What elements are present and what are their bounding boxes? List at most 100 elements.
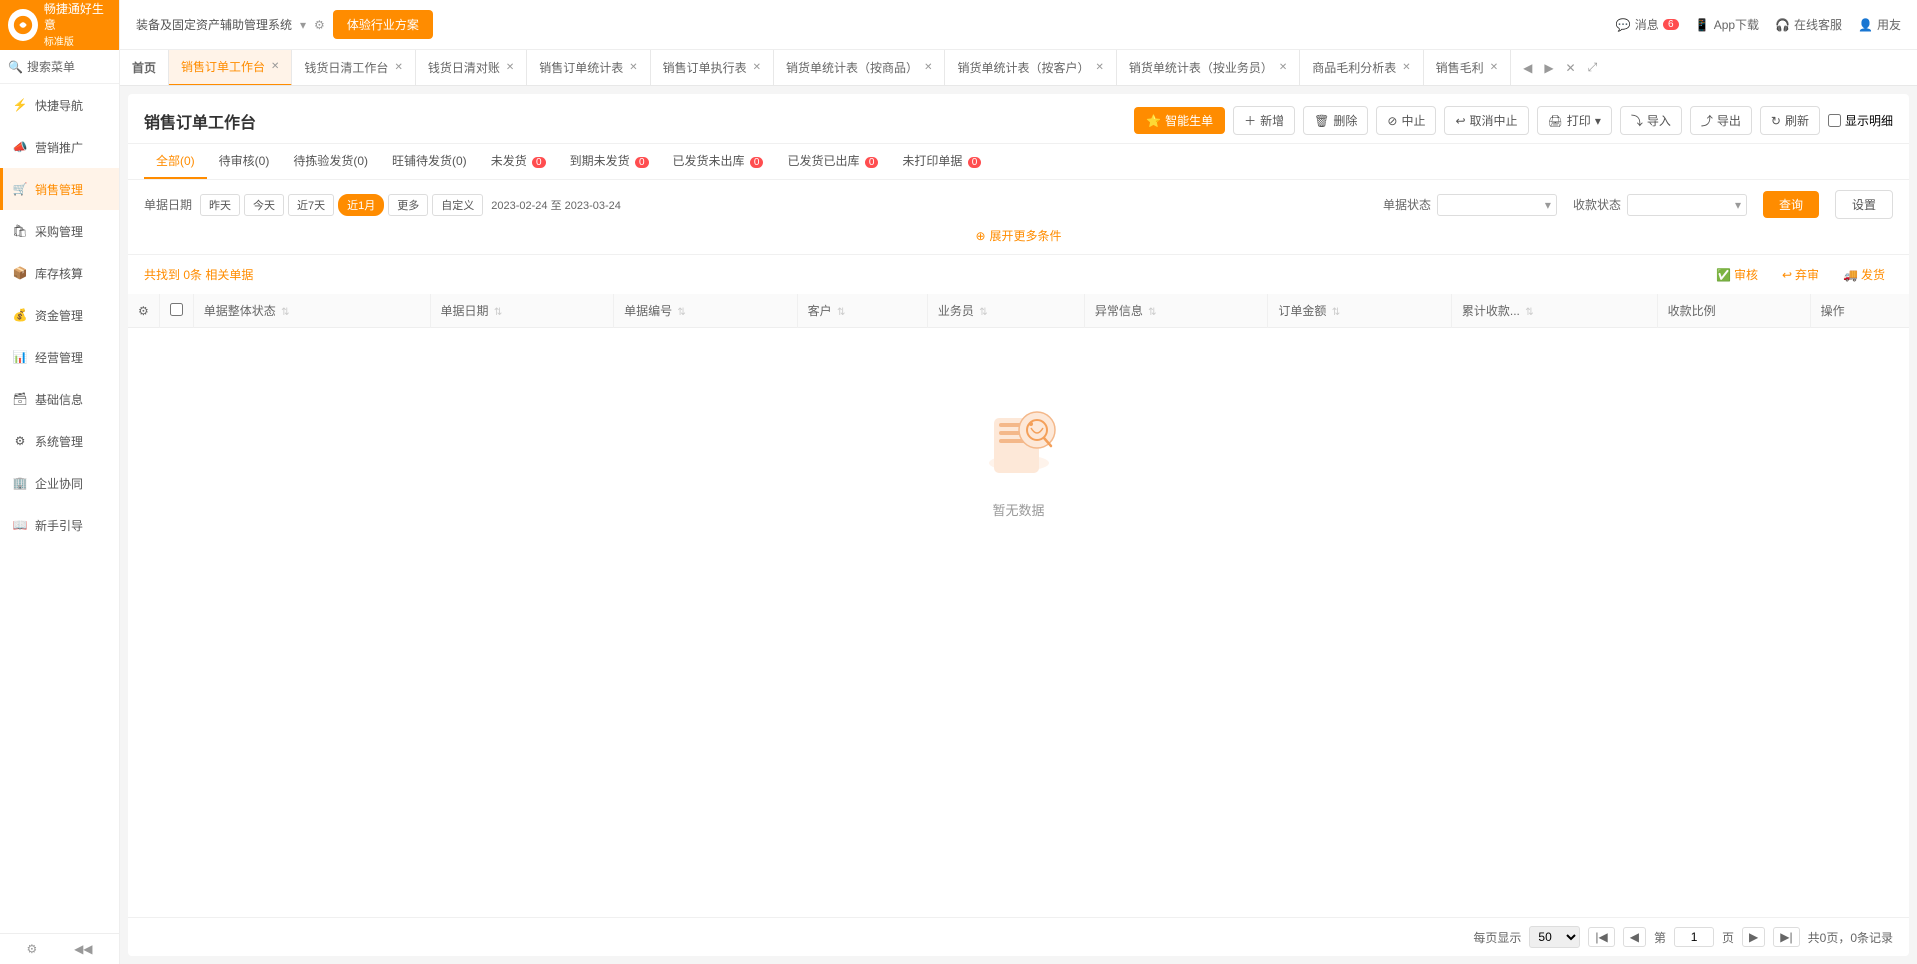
sidebar-item-inventory[interactable]: 📦 库存核算 <box>0 252 119 294</box>
sub-tab-all[interactable]: 全部(0) <box>144 144 207 179</box>
tab-sales-stats-customer-close[interactable]: ✕ <box>1095 62 1103 73</box>
next-page-btn[interactable]: ▶ <box>1742 927 1765 947</box>
sidebar-item-basic[interactable]: 🗃 基础信息 <box>0 378 119 420</box>
close-all-tabs-icon[interactable]: ✕ <box>1562 61 1580 75</box>
sidebar-item-finance[interactable]: 💰 资金管理 <box>0 294 119 336</box>
first-page-btn[interactable]: |◀ <box>1588 927 1614 947</box>
topbar-settings-icon[interactable]: ⚙ <box>314 18 325 32</box>
status-select[interactable] <box>1437 194 1557 216</box>
sidebar-item-marketing[interactable]: 📣 营销推广 <box>0 126 119 168</box>
payment-select[interactable] <box>1627 194 1747 216</box>
date-btn-yesterday[interactable]: 昨天 <box>200 194 240 216</box>
setting-button[interactable]: 设置 <box>1835 190 1893 219</box>
sub-tab-expired-not-ship[interactable]: 到期未发货 0 <box>558 144 661 179</box>
sub-tab-not-shipped[interactable]: 未发货 0 <box>479 144 558 179</box>
sidebar-item-sales[interactable]: 🛒 销售管理 <box>0 168 119 210</box>
sub-tab-wangpu-ship[interactable]: 旺铺待发货(0) <box>380 144 479 179</box>
expand-conditions-button[interactable]: ⊕ 展开更多条件 <box>975 227 1061 244</box>
show-detail-checkbox-wrap[interactable]: 显示明细 <box>1828 112 1893 129</box>
date-btn-more[interactable]: 更多 <box>388 194 428 216</box>
tab-daily-reconcile-close[interactable]: ✕ <box>506 62 514 73</box>
tab-margin-analysis-close[interactable]: ✕ <box>1402 62 1410 73</box>
sidebar-item-purchase[interactable]: 🛍 采购管理 <box>0 210 119 252</box>
sort-amount-icon[interactable]: ⇅ <box>1332 307 1340 318</box>
sub-tab-pending-review[interactable]: 待审核(0) <box>207 144 282 179</box>
bag-icon: 🛍 <box>11 222 29 240</box>
sort-date-icon[interactable]: ⇅ <box>494 307 502 318</box>
sort-abnormal-icon[interactable]: ⇅ <box>1148 307 1156 318</box>
tab-sales-order[interactable]: 销售订单工作台 ✕ <box>169 50 292 86</box>
sort-received-icon[interactable]: ⇅ <box>1525 307 1533 318</box>
tab-sales-order-close[interactable]: ✕ <box>271 61 279 72</box>
prev-page-btn[interactable]: ◀ <box>1623 927 1646 947</box>
tab-sales-stats-product-close[interactable]: ✕ <box>924 62 932 73</box>
tab-home[interactable]: 首页 <box>120 50 169 86</box>
col-settings-icon[interactable]: ⚙ <box>138 304 149 318</box>
unaudit-button[interactable]: ↩ 弃审 <box>1774 263 1827 286</box>
ship-button[interactable]: 🚚 发货 <box>1835 263 1893 286</box>
suspend-button[interactable]: ⊘ 中止 <box>1376 106 1436 135</box>
tab-sales-stats-staff-label: 销货单统计表（按业务员） <box>1129 59 1273 76</box>
sidebar-item-guide[interactable]: 📖 新手引导 <box>0 504 119 546</box>
refresh-button[interactable]: ↻ 刷新 <box>1760 106 1820 135</box>
export-button[interactable]: ⤴ 导出 <box>1690 106 1752 135</box>
query-button[interactable]: 查询 <box>1763 191 1819 218</box>
cancel-suspend-button[interactable]: ↩ 取消中止 <box>1444 106 1528 135</box>
message-button[interactable]: 💬 消息 6 <box>1616 16 1679 33</box>
sort-customer-icon[interactable]: ⇅ <box>837 307 845 318</box>
delete-button[interactable]: 🗑 删除 <box>1303 106 1368 135</box>
sub-tab-shipped-not-out[interactable]: 已发货未出库 0 <box>661 144 776 179</box>
maximize-icon[interactable]: ⤢ <box>1584 60 1602 75</box>
sidebar-item-search[interactable]: 🔍 搜索菜单 <box>0 50 119 84</box>
collapse-icon[interactable]: ◀◀ <box>74 942 92 956</box>
dropdown-icon[interactable]: ▾ <box>300 18 306 32</box>
tab-order-stats-close[interactable]: ✕ <box>629 62 637 73</box>
select-all-checkbox[interactable] <box>170 303 183 316</box>
tab-sales-stats-customer[interactable]: 销货单统计表（按客户） ✕ <box>945 50 1116 86</box>
last-page-btn[interactable]: ▶| <box>1773 927 1799 947</box>
tab-sales-stats-product[interactable]: 销货单统计表（按商品） ✕ <box>774 50 945 86</box>
sub-tab-shipped-out[interactable]: 已发货已出库 0 <box>775 144 890 179</box>
review-button[interactable]: ✅ 审核 <box>1708 263 1766 286</box>
date-btn-custom[interactable]: 自定义 <box>432 194 483 216</box>
show-detail-checkbox[interactable] <box>1828 114 1841 127</box>
sub-tab-pending-check[interactable]: 待拣验发货(0) <box>281 144 380 179</box>
settings-icon[interactable]: ⚙ <box>26 942 37 956</box>
print-button[interactable]: 🖨 打印 ▾ <box>1537 106 1612 135</box>
prev-tab-icon[interactable]: ◀ <box>1519 61 1536 75</box>
app-download-button[interactable]: 📱 App下载 <box>1695 16 1759 33</box>
smart-create-button[interactable]: ⭐ 智能生单 <box>1134 107 1225 134</box>
import-button[interactable]: ⤵ 导入 <box>1620 106 1682 135</box>
tab-daily-reconcile[interactable]: 钱货日清对账 ✕ <box>416 50 527 86</box>
tab-margin-analysis[interactable]: 商品毛利分析表 ✕ <box>1300 50 1423 86</box>
date-btn-7days[interactable]: 近7天 <box>288 194 334 216</box>
next-tab-icon[interactable]: ▶ <box>1540 61 1557 75</box>
user-button[interactable]: 👤 用友 <box>1858 16 1901 33</box>
tab-daily-cash[interactable]: 钱货日清工作台 ✕ <box>292 50 415 86</box>
tab-order-exec[interactable]: 销售订单执行表 ✕ <box>651 50 774 86</box>
tab-sales-profit-close[interactable]: ✕ <box>1490 62 1498 73</box>
sidebar-item-enterprise[interactable]: 🏢 企业协同 <box>0 462 119 504</box>
solution-button[interactable]: 体验行业方案 <box>333 10 433 39</box>
tab-sales-stats-staff-close[interactable]: ✕ <box>1279 62 1287 73</box>
sub-tab-not-printed[interactable]: 未打印单据 0 <box>890 144 993 179</box>
service-button[interactable]: 🎧 在线客服 <box>1775 16 1842 33</box>
tab-sales-stats-staff[interactable]: 销货单统计表（按业务员） ✕ <box>1117 50 1300 86</box>
page-input[interactable] <box>1674 927 1714 947</box>
page-size-select[interactable]: 50 10 20 100 <box>1529 926 1580 948</box>
table-scroll[interactable]: ⚙ 单据整体状态 ⇅ 单据日期 ⇅ <box>128 294 1909 917</box>
date-btn-today[interactable]: 今天 <box>244 194 284 216</box>
sidebar-item-operation[interactable]: 📊 经营管理 <box>0 336 119 378</box>
topbar: 装备及固定资产辅助管理系统 ▾ ⚙ 体验行业方案 💬 消息 6 📱 App下载 … <box>120 0 1917 50</box>
sort-staff-icon[interactable]: ⇅ <box>979 307 987 318</box>
sort-status-icon[interactable]: ⇅ <box>281 307 289 318</box>
tab-daily-cash-close[interactable]: ✕ <box>394 62 402 73</box>
tab-sales-profit[interactable]: 销售毛利 ✕ <box>1424 50 1511 86</box>
tab-order-exec-close[interactable]: ✕ <box>753 62 761 73</box>
tab-order-stats[interactable]: 销售订单统计表 ✕ <box>527 50 650 86</box>
add-button[interactable]: ＋ 新增 <box>1233 106 1295 135</box>
sidebar-item-system[interactable]: ⚙ 系统管理 <box>0 420 119 462</box>
date-btn-1month[interactable]: 近1月 <box>338 194 384 216</box>
sort-number-icon[interactable]: ⇅ <box>677 307 685 318</box>
sidebar-item-quick-nav[interactable]: ⚡ 快捷导航 <box>0 84 119 126</box>
